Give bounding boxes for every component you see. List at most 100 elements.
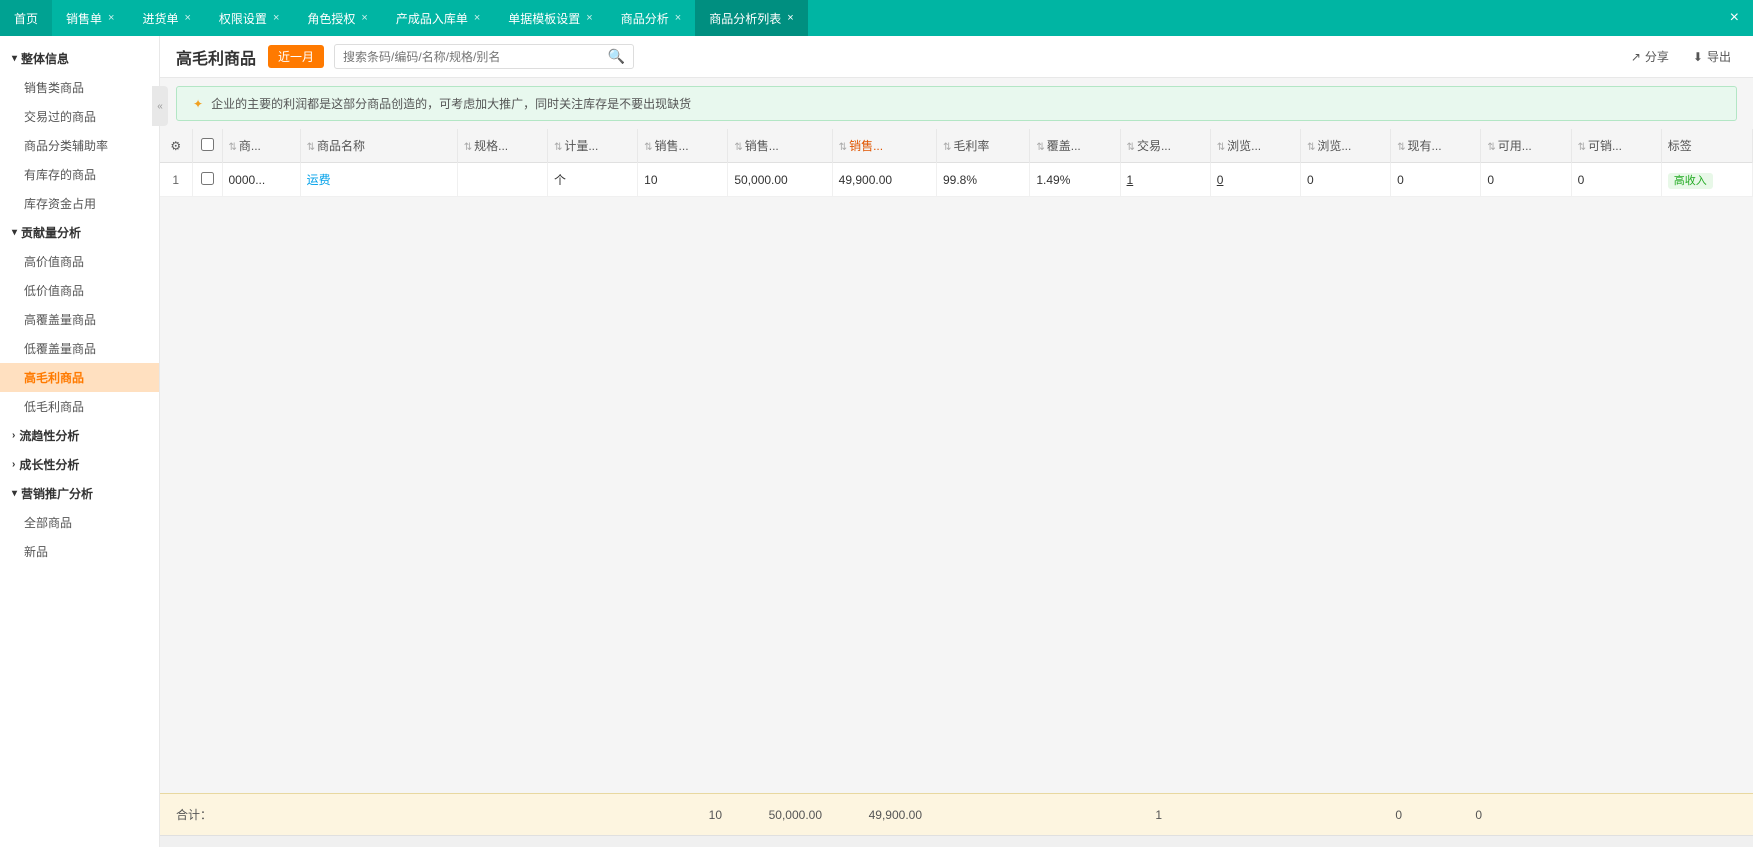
th-tag[interactable]: 标签 (1661, 129, 1752, 163)
footer-totals: 合计： 10 50,000.00 49,900.00 1 0 0 (160, 793, 1753, 835)
th-spec[interactable]: ⇅规格... (457, 129, 547, 163)
row-sales-amount: 50,000.00 (728, 163, 832, 197)
sort-icon: ⇅ (1036, 142, 1044, 153)
row-sellable: 0 (1571, 163, 1661, 197)
nav-item-roles[interactable]: 角色授权 × (293, 0, 381, 36)
nav-item-permissions[interactable]: 权限设置 × (205, 0, 293, 36)
footer-available-stock: 0 (1412, 808, 1492, 822)
sidebar-item-all-goods[interactable]: 全部商品 (0, 508, 159, 537)
share-button[interactable]: ↗ 分享 (1625, 45, 1675, 68)
content-header: 高毛利商品 近一月 🔍 ↗ 分享 ⬇ 导出 (160, 36, 1753, 78)
th-code[interactable]: ⇅商... (222, 129, 300, 163)
th-checkbox[interactable] (192, 129, 222, 163)
sidebar-item-low-value[interactable]: 低价值商品 (0, 276, 159, 305)
sidebar: ▾ 整体信息 销售类商品 交易过的商品 商品分类辅助率 有库存的商品 库存资金占… (0, 36, 160, 847)
close-icon[interactable]: × (787, 12, 793, 24)
top-navigation: 首页 销售单 × 进货单 × 权限设置 × 角色授权 × 产成品入库单 × 单据… (0, 0, 1753, 36)
nav-item-product-inbound[interactable]: 产成品入库单 × (382, 0, 494, 36)
footer-current-stock: 0 (1332, 808, 1412, 822)
header-actions: ↗ 分享 ⬇ 导出 (1625, 45, 1737, 68)
sidebar-group-overall[interactable]: ▾ 整体信息 (0, 44, 159, 73)
data-table: ⚙ ⇅商... ⇅商品名称 ⇅规格... ⇅计量... ⇅销售... ⇅销售..… (160, 129, 1753, 197)
sidebar-item-low-margin[interactable]: 低毛利商品 (0, 392, 159, 421)
th-views2[interactable]: ⇅浏览... (1300, 129, 1390, 163)
search-input[interactable] (343, 50, 608, 64)
close-icon[interactable]: × (184, 12, 190, 24)
footer-views1 (1172, 808, 1252, 822)
th-views1[interactable]: ⇅浏览... (1210, 129, 1300, 163)
sidebar-group-growth[interactable]: › 成长性分析 (0, 450, 159, 479)
close-icon[interactable]: × (474, 12, 480, 24)
table-row: 1 0000... 运费 个 10 50,000.00 49,900.00 99… (160, 163, 1753, 197)
expand-icon: › (12, 459, 15, 470)
nav-item-product-analysis[interactable]: 商品分析 × (607, 0, 695, 36)
sidebar-group-contribution[interactable]: ▾ 贡献量分析 (0, 218, 159, 247)
sidebar-item-low-coverage[interactable]: 低覆盖量商品 (0, 334, 159, 363)
close-icon[interactable]: × (675, 12, 681, 24)
sidebar-item-stock-capital[interactable]: 库存资金占用 (0, 189, 159, 218)
sidebar-item-sales-goods[interactable]: 销售类商品 (0, 73, 159, 102)
info-icon: ✦ (193, 97, 203, 111)
sidebar-collapse-button[interactable]: « (152, 86, 168, 126)
export-button[interactable]: ⬇ 导出 (1687, 45, 1737, 68)
th-available-stock[interactable]: ⇅可用... (1481, 129, 1571, 163)
sort-icon: ⇅ (734, 142, 742, 153)
footer-sales-qty: 10 (632, 808, 732, 822)
sidebar-wrapper: ▾ 整体信息 销售类商品 交易过的商品 商品分类辅助率 有库存的商品 库存资金占… (0, 36, 160, 847)
horizontal-scrollbar[interactable] (160, 835, 1753, 847)
sort-icon: ⇅ (554, 142, 562, 153)
row-unit: 个 (547, 163, 637, 197)
sidebar-item-high-coverage[interactable]: 高覆盖量商品 (0, 305, 159, 334)
close-icon[interactable]: × (108, 12, 114, 24)
expand-icon: › (12, 430, 15, 441)
sidebar-group-marketing[interactable]: ▾ 营销推广分析 (0, 479, 159, 508)
row-select-checkbox[interactable] (201, 172, 214, 185)
sort-icon: ⇅ (1397, 142, 1405, 153)
row-tag: 高收入 (1661, 163, 1752, 197)
nav-item-home[interactable]: 首页 (0, 0, 52, 36)
sidebar-item-stocked-goods[interactable]: 有库存的商品 (0, 160, 159, 189)
th-sales-qty[interactable]: ⇅销售... (638, 129, 728, 163)
info-banner: ✦ 企业的主要的利润都是这部分商品创造的，可考虑加大推广，同时关注库存是不要出现… (176, 86, 1737, 121)
select-all-checkbox[interactable] (201, 138, 214, 151)
sidebar-item-new-goods[interactable]: 新品 (0, 537, 159, 566)
th-sales-amount[interactable]: ⇅销售... (728, 129, 832, 163)
th-name[interactable]: ⇅商品名称 (300, 129, 457, 163)
close-icon[interactable]: × (361, 12, 367, 24)
footer-transaction: 1 (1092, 808, 1172, 822)
th-transaction[interactable]: ⇅交易... (1120, 129, 1210, 163)
nav-item-sales[interactable]: 销售单 × (52, 0, 128, 36)
close-icon[interactable]: × (586, 12, 592, 24)
sidebar-item-category-rate[interactable]: 商品分类辅助率 (0, 131, 159, 160)
sidebar-item-traded-goods[interactable]: 交易过的商品 (0, 102, 159, 131)
nav-item-template[interactable]: 单据模板设置 × (494, 0, 606, 36)
th-sellable[interactable]: ⇅可销... (1571, 129, 1661, 163)
sort-icon: ⇅ (943, 142, 951, 153)
row-sales-qty: 10 (638, 163, 728, 197)
th-unit[interactable]: ⇅计量... (547, 129, 637, 163)
nav-item-product-analysis-list[interactable]: 商品分析列表 × (695, 0, 807, 36)
footer-views2 (1252, 808, 1332, 822)
search-icon[interactable]: 🔍 (608, 48, 625, 65)
footer-sales-amount: 50,000.00 (732, 808, 832, 822)
row-views2: 0 (1300, 163, 1390, 197)
footer-gross-margin (932, 808, 1012, 822)
close-all-button[interactable]: × (1716, 0, 1753, 36)
th-sales-profit[interactable]: ⇅销售... (832, 129, 936, 163)
row-name[interactable]: 运费 (300, 163, 457, 197)
content-area: 高毛利商品 近一月 🔍 ↗ 分享 ⬇ 导出 ✦ 企业的主要的利润都是这部分商品创… (160, 36, 1753, 847)
data-table-container[interactable]: ⚙ ⇅商... ⇅商品名称 ⇅规格... ⇅计量... ⇅销售... ⇅销售..… (160, 129, 1753, 793)
close-icon[interactable]: × (273, 12, 279, 24)
nav-item-purchase[interactable]: 进货单 × (128, 0, 204, 36)
sidebar-item-high-margin[interactable]: 高毛利商品 (0, 363, 159, 392)
sort-icon: ⇅ (1307, 142, 1315, 153)
row-checkbox[interactable] (192, 163, 222, 197)
period-button[interactable]: 近一月 (268, 45, 324, 68)
th-settings[interactable]: ⚙ (160, 129, 192, 163)
th-current-stock[interactable]: ⇅现有... (1391, 129, 1481, 163)
sidebar-item-high-value[interactable]: 高价值商品 (0, 247, 159, 276)
th-coverage[interactable]: ⇅覆盖... (1030, 129, 1120, 163)
sort-icon: ⇅ (1217, 142, 1225, 153)
sidebar-group-trend[interactable]: › 流趋性分析 (0, 421, 159, 450)
th-gross-margin[interactable]: ⇅毛利率 (937, 129, 1030, 163)
